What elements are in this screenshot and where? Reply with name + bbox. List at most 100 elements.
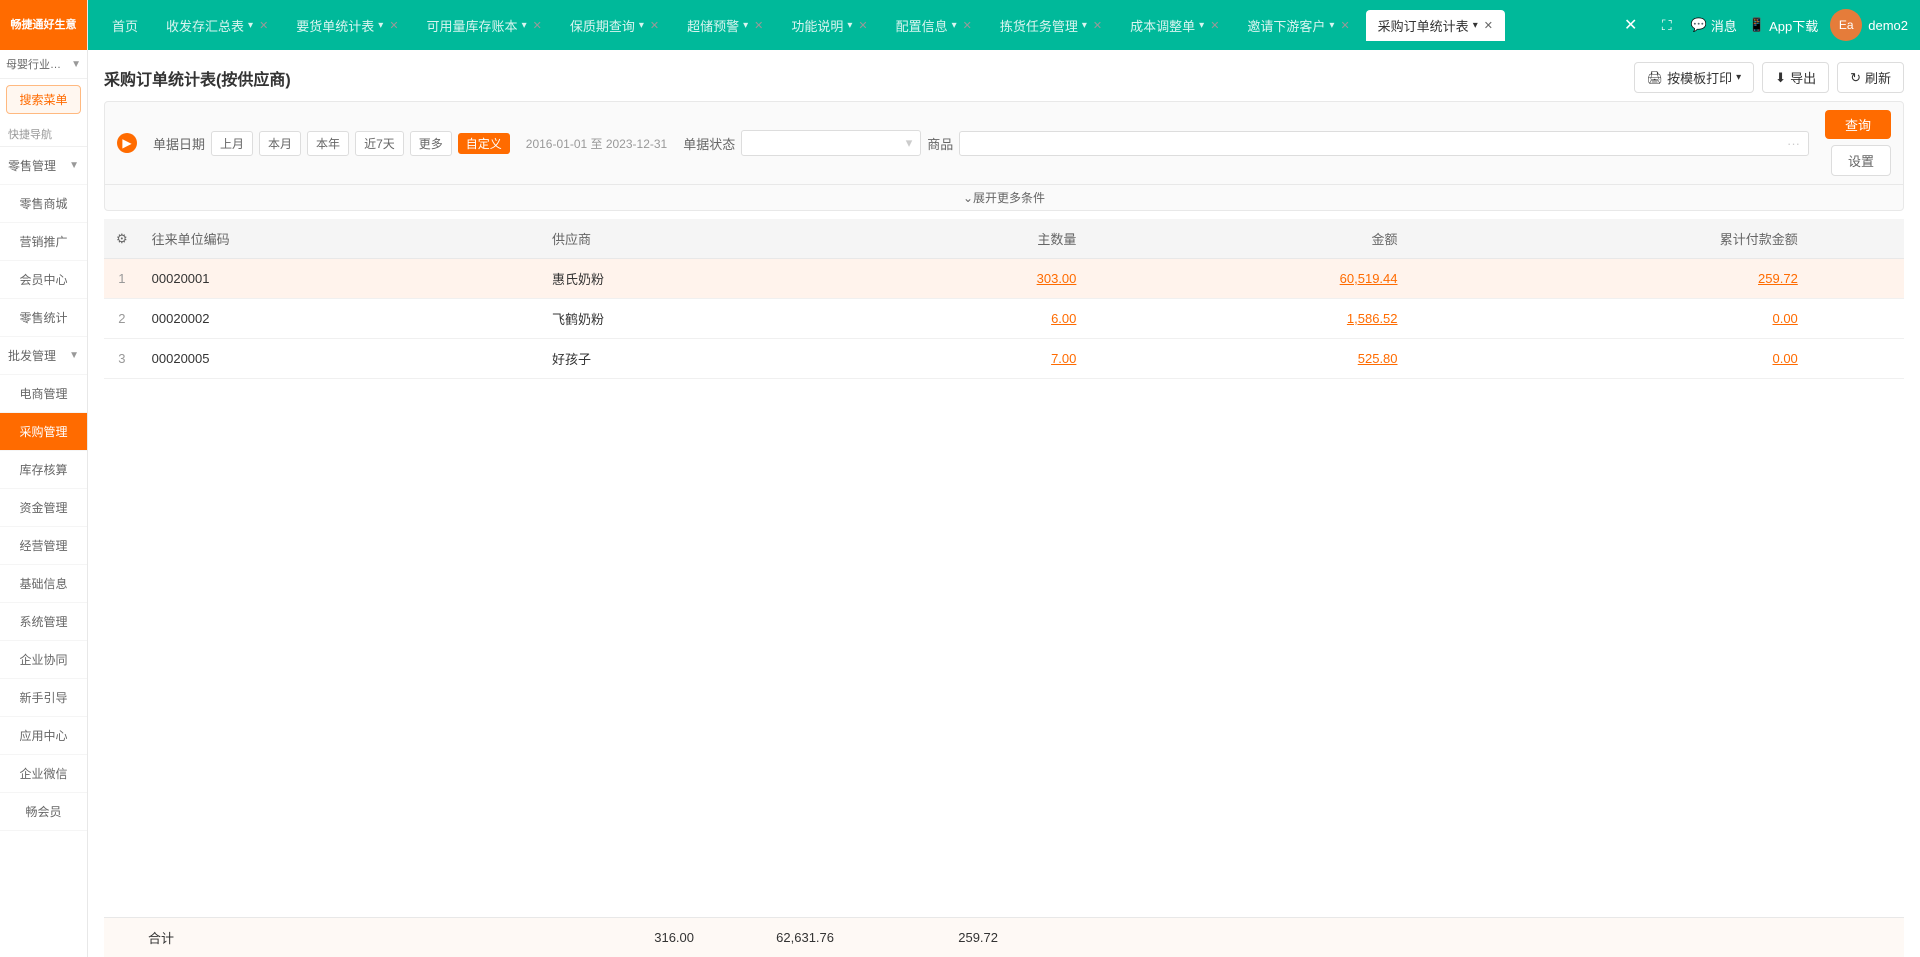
tab-yaoqing[interactable]: 邀请下游客户 ▾ ✕ bbox=[1235, 10, 1361, 41]
retail-stats-label: 零售统计 bbox=[19, 309, 67, 326]
tab-zhuohuo-close[interactable]: ✕ bbox=[1093, 19, 1102, 32]
th-quantity: 主数量 bbox=[838, 219, 1088, 259]
cell-quantity: 303.00 bbox=[838, 259, 1088, 299]
tab-shoufacollect[interactable]: 收发存汇总表 ▾ ✕ bbox=[154, 10, 280, 41]
refresh-label: 刷新 bbox=[1865, 68, 1891, 87]
tab-shoufacollect-close[interactable]: ✕ bbox=[259, 19, 268, 32]
tab-caigou[interactable]: 采购订单统计表 ▾ ✕ bbox=[1366, 10, 1505, 41]
sidebar-item-basic[interactable]: 基础信息 bbox=[0, 565, 87, 603]
cell-amount: 525.80 bbox=[1088, 339, 1409, 379]
sidebar-item-marketing[interactable]: 营销推广 bbox=[0, 223, 87, 261]
print-button[interactable]: 🖨 按模板打印 ▾ bbox=[1634, 62, 1755, 93]
status-select[interactable]: ▾ bbox=[741, 130, 921, 156]
tab-baozhi-arrow: ▾ bbox=[639, 20, 644, 31]
th-settings[interactable]: ⚙ bbox=[104, 219, 140, 259]
tab-chengben[interactable]: 成本调整单 ▾ ✕ bbox=[1118, 10, 1231, 41]
window-close-button[interactable]: ✕ bbox=[1619, 13, 1643, 37]
sidebar-item-member[interactable]: 会员中心 bbox=[0, 261, 87, 299]
tab-peizhi[interactable]: 配置信息 ▾ ✕ bbox=[884, 10, 984, 41]
date-custom-badge[interactable]: 自定义 bbox=[458, 133, 510, 154]
tab-chengben-label: 成本调整单 bbox=[1130, 16, 1195, 35]
sidebar-item-enterprise-weixin[interactable]: 企业微信 bbox=[0, 755, 87, 793]
user-profile-button[interactable]: Ea demo2 bbox=[1830, 9, 1908, 41]
search-menu-button[interactable]: 搜索菜单 bbox=[6, 85, 81, 114]
sidebar-item-retail[interactable]: 零售管理 ▼ bbox=[0, 147, 87, 185]
expand-label: 展开更多条件 bbox=[973, 189, 1045, 206]
tab-yaohuo[interactable]: 要货单统计表 ▾ ✕ bbox=[284, 10, 410, 41]
date-this-month-button[interactable]: 本月 bbox=[259, 131, 301, 156]
table-row[interactable]: 3 00020005 好孩子 7.00 525.80 0.00 bbox=[104, 339, 1904, 379]
data-table: ⚙ 往来单位编码 供应商 主数量 金额 累计付款金额 1 00020001 惠氏… bbox=[104, 219, 1904, 379]
sidebar-item-ecommerce[interactable]: 电商管理 bbox=[0, 375, 87, 413]
sidebar-item-purchase[interactable]: 采购管理 bbox=[0, 413, 87, 451]
tab-chuchuyujing[interactable]: 超储预警 ▾ ✕ bbox=[675, 10, 775, 41]
th-amount: 金额 bbox=[1088, 219, 1409, 259]
refresh-button[interactable]: ↻ 刷新 bbox=[1837, 62, 1904, 93]
date-more-button[interactable]: 更多 bbox=[410, 131, 452, 156]
sidebar-item-enterprise[interactable]: 企业协同 bbox=[0, 641, 87, 679]
workspace-dropdown-icon: ▼ bbox=[71, 59, 81, 70]
window-expand-button[interactable]: ⛶ bbox=[1655, 13, 1679, 37]
retail-arrow-icon: ▼ bbox=[69, 160, 79, 171]
table-row[interactable]: 1 00020001 惠氏奶粉 303.00 60,519.44 259.72 bbox=[104, 259, 1904, 299]
tab-baozhi-close[interactable]: ✕ bbox=[650, 19, 659, 32]
tab-home[interactable]: 首页 bbox=[100, 10, 150, 41]
goods-input[interactable]: ··· bbox=[959, 131, 1809, 156]
retail-label: 零售管理 bbox=[8, 157, 56, 174]
tab-zhuohuo-arrow: ▾ bbox=[1082, 20, 1087, 31]
tab-caigou-close[interactable]: ✕ bbox=[1484, 19, 1493, 32]
tab-gongneng[interactable]: 功能说明 ▾ ✕ bbox=[779, 10, 879, 41]
sidebar-item-inventory[interactable]: 库存核算 bbox=[0, 451, 87, 489]
footer-label-text: 合计 bbox=[148, 931, 174, 946]
expand-filter-button[interactable]: ⌄ 展开更多条件 bbox=[105, 184, 1903, 210]
sidebar-item-retail-stats[interactable]: 零售统计 bbox=[0, 299, 87, 337]
export-button[interactable]: ⬇ 导出 bbox=[1762, 62, 1829, 93]
tab-gongneng-arrow: ▾ bbox=[847, 20, 852, 31]
tab-chengben-close[interactable]: ✕ bbox=[1210, 19, 1219, 32]
tab-shoufacollect-label: 收发存汇总表 bbox=[166, 16, 244, 35]
workspace-selector[interactable]: 母婴行业演示账套 ▼ bbox=[0, 50, 87, 79]
sidebar-item-app-center[interactable]: 应用中心 bbox=[0, 717, 87, 755]
th-paid: 累计付款金额 bbox=[1410, 219, 1810, 259]
date-range-display: 2016-01-01 至 2023-12-31 bbox=[526, 135, 667, 152]
app-center-label: 应用中心 bbox=[19, 727, 67, 744]
settings-button[interactable]: 设置 bbox=[1831, 145, 1891, 176]
tab-chuchuyujing-label: 超储预警 bbox=[687, 16, 739, 35]
date-this-year-button[interactable]: 本年 bbox=[307, 131, 349, 156]
sidebar-item-system[interactable]: 系统管理 bbox=[0, 603, 87, 641]
ecommerce-label: 电商管理 bbox=[19, 385, 67, 402]
sidebar-item-guide[interactable]: 新手引导 bbox=[0, 679, 87, 717]
tab-yaohuo-close[interactable]: ✕ bbox=[389, 19, 398, 32]
sidebar-item-retail-shop[interactable]: 零售商城 bbox=[0, 185, 87, 223]
sidebar-item-member2[interactable]: 畅会员 bbox=[0, 793, 87, 831]
filter-toggle-button[interactable]: ▶ bbox=[117, 133, 137, 153]
tab-kucun-close[interactable]: ✕ bbox=[533, 19, 542, 32]
sidebar-item-wholesale[interactable]: 批发管理 ▼ bbox=[0, 337, 87, 375]
tab-yaoqing-arrow: ▾ bbox=[1329, 20, 1334, 31]
cell-code: 00020005 bbox=[140, 339, 540, 379]
app-download-button[interactable]: 📱 App下载 bbox=[1749, 16, 1818, 35]
column-settings-icon[interactable]: ⚙ bbox=[116, 231, 128, 246]
tab-kucun[interactable]: 可用量库存账本 ▾ ✕ bbox=[415, 10, 554, 41]
tab-kucun-arrow: ▾ bbox=[522, 20, 527, 31]
tab-peizhi-close[interactable]: ✕ bbox=[963, 19, 972, 32]
tab-zhuohuo[interactable]: 拣货任务管理 ▾ ✕ bbox=[988, 10, 1114, 41]
table-row[interactable]: 2 00020002 飞鹤奶粉 6.00 1,586.52 0.00 bbox=[104, 299, 1904, 339]
date-last-month-button[interactable]: 上月 bbox=[211, 131, 253, 156]
user-name: demo2 bbox=[1868, 18, 1908, 33]
tab-baozhi[interactable]: 保质期查询 ▾ ✕ bbox=[558, 10, 671, 41]
export-label: 导出 bbox=[1790, 68, 1816, 87]
query-button[interactable]: 查询 bbox=[1825, 110, 1891, 139]
print-label: 按模板打印 bbox=[1667, 68, 1732, 87]
date-range-text: 2016-01-01 至 2023-12-31 bbox=[526, 135, 667, 152]
app-logo: 畅捷通好生意 bbox=[0, 0, 87, 50]
cell-supplier: 飞鹤奶粉 bbox=[540, 299, 838, 339]
sidebar-item-operation[interactable]: 经营管理 bbox=[0, 527, 87, 565]
content-area: 采购订单统计表(按供应商) 🖨 按模板打印 ▾ ⬇ 导出 ↻ 刷新 bbox=[88, 50, 1920, 957]
tab-chuchuyujing-close[interactable]: ✕ bbox=[754, 19, 763, 32]
date-7days-button[interactable]: 近7天 bbox=[355, 131, 404, 156]
tab-gongneng-close[interactable]: ✕ bbox=[858, 19, 867, 32]
message-button[interactable]: 💬 消息 bbox=[1691, 16, 1737, 35]
sidebar-item-finance[interactable]: 资金管理 bbox=[0, 489, 87, 527]
tab-yaoqing-close[interactable]: ✕ bbox=[1340, 19, 1349, 32]
